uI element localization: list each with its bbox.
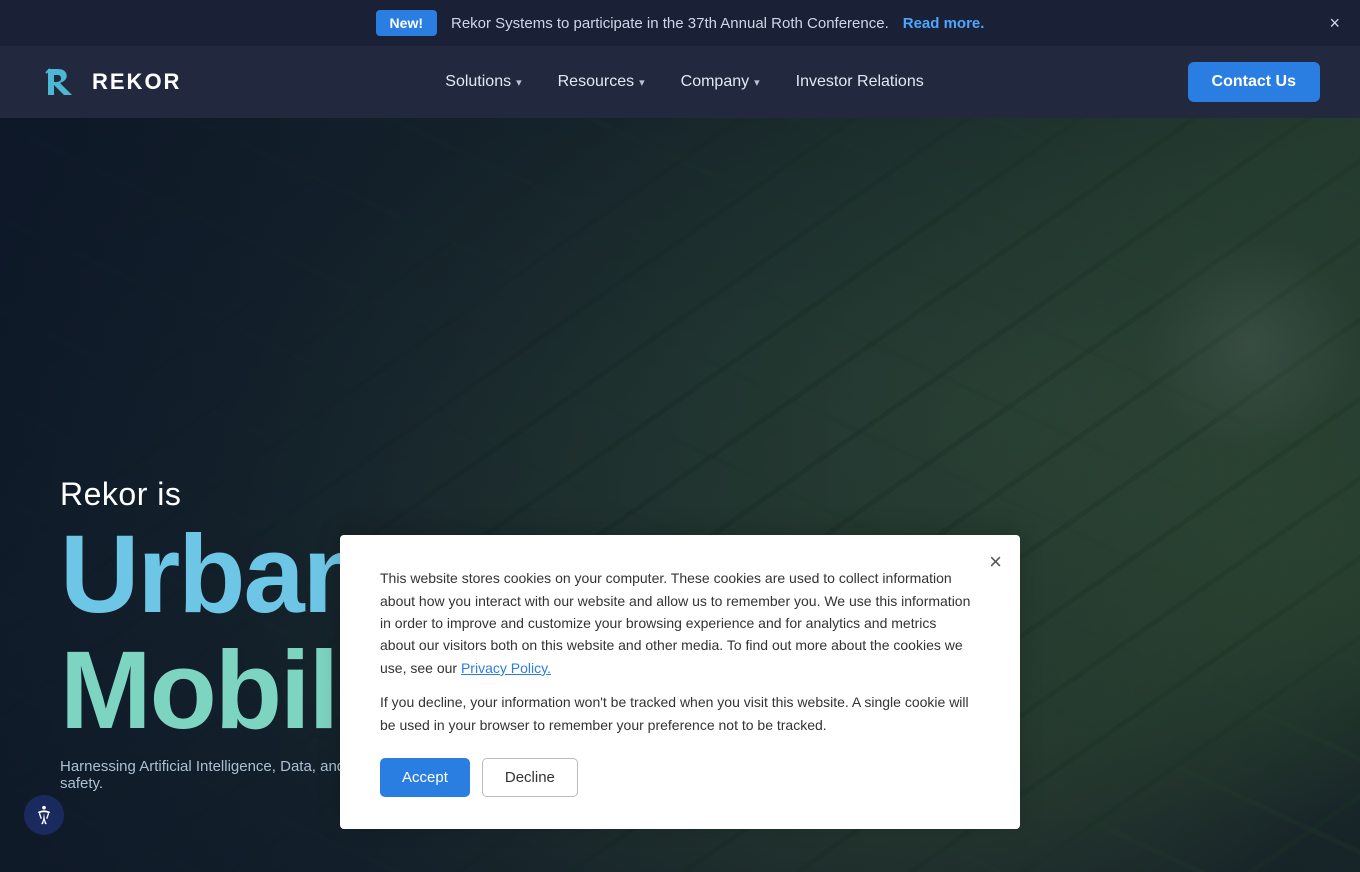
navbar: REKOR Solutions ▾ Resources ▾ Company ▾ … [0, 46, 1360, 118]
announcement-bar: New! Rekor Systems to participate in the… [0, 0, 1360, 46]
logo-link[interactable]: REKOR [40, 61, 181, 103]
logo-text: REKOR [92, 69, 181, 95]
nav-item-investor-relations[interactable]: Investor Relations [796, 73, 924, 91]
cookie-close-button[interactable]: × [989, 549, 1002, 575]
chevron-down-icon: ▾ [754, 76, 760, 89]
cookie-banner: × This website stores cookies on your co… [340, 535, 1020, 829]
nav-label-investor-relations: Investor Relations [796, 73, 924, 91]
accessibility-button[interactable] [24, 795, 64, 835]
hero-pre-title: Rekor is [60, 476, 710, 513]
accessibility-icon [33, 804, 55, 826]
privacy-policy-link[interactable]: Privacy Policy. [461, 660, 551, 676]
nav-item-company[interactable]: Company ▾ [681, 73, 760, 91]
rekor-logo-icon [40, 61, 82, 103]
nav-label-solutions: Solutions [445, 73, 511, 91]
cookie-text-2: If you decline, your information won't b… [380, 691, 972, 736]
cookie-actions: Accept Decline [380, 758, 972, 797]
cookie-text-1: This website stores cookies on your comp… [380, 567, 972, 679]
nav-label-resources: Resources [558, 73, 634, 91]
contact-us-button[interactable]: Contact Us [1188, 62, 1320, 102]
nav-label-company: Company [681, 73, 749, 91]
decline-cookies-button[interactable]: Decline [482, 758, 578, 797]
nav-item-solutions[interactable]: Solutions ▾ [445, 73, 521, 91]
nav-item-resources[interactable]: Resources ▾ [558, 73, 645, 91]
chevron-down-icon: ▾ [639, 76, 645, 89]
announcement-text: Rekor Systems to participate in the 37th… [451, 15, 889, 32]
chevron-down-icon: ▾ [516, 76, 522, 89]
new-badge: New! [376, 10, 437, 36]
read-more-link[interactable]: Read more. [903, 15, 985, 32]
nav-links: Solutions ▾ Resources ▾ Company ▾ Invest… [445, 73, 923, 91]
announcement-close-button[interactable]: × [1329, 14, 1340, 32]
accept-cookies-button[interactable]: Accept [380, 758, 470, 797]
